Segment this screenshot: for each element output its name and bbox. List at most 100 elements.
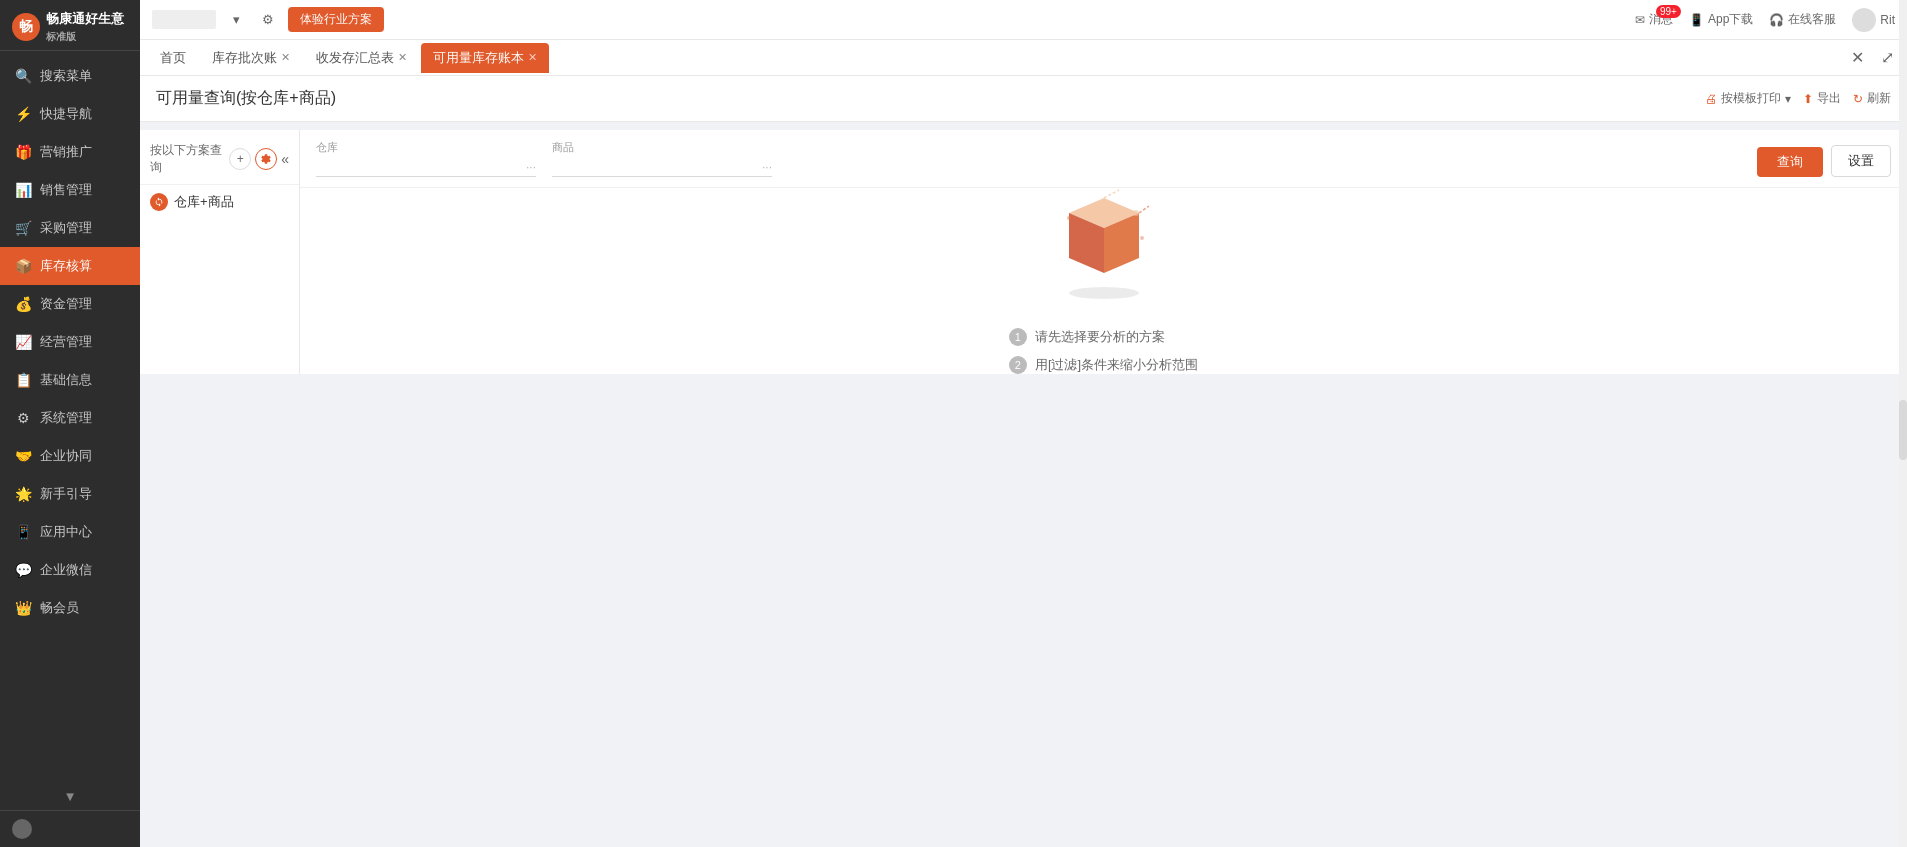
sidebar-item-operations[interactable]: 📈 经营管理 <box>0 323 140 361</box>
scrollbar-thumb[interactable] <box>1899 400 1907 460</box>
page-header-actions: 🖨 按模板打印 ▾ ⬆ 导出 ↻ 刷新 <box>1705 90 1891 107</box>
lightning-icon: ⚡ <box>14 106 32 122</box>
scheme-settings-button[interactable] <box>255 148 277 170</box>
print-button[interactable]: 🖨 按模板打印 ▾ <box>1705 90 1791 107</box>
tab-close-icon[interactable]: ✕ <box>398 51 407 64</box>
svg-line-5 <box>1104 190 1119 198</box>
settings-button[interactable]: 设置 <box>1831 145 1891 177</box>
svg-line-6 <box>1139 206 1149 213</box>
sidebar-item-marketing[interactable]: 🎁 营销推广 <box>0 133 140 171</box>
sidebar-item-label: 基础信息 <box>40 371 92 389</box>
tab-label: 库存批次账 <box>212 49 277 67</box>
tab-label: 可用量库存账本 <box>433 49 524 67</box>
print-dropdown-icon[interactable]: ▾ <box>1785 92 1791 106</box>
sidebar-item-label: 库存核算 <box>40 257 92 275</box>
topbar-settings-icon[interactable]: ⚙ <box>256 8 280 32</box>
tab-close-all-button[interactable]: ✕ <box>1845 46 1869 70</box>
refresh-button[interactable]: ↻ 刷新 <box>1853 90 1891 107</box>
tip-text-2: 用[过滤]条件来缩小分析范围 <box>1035 356 1198 374</box>
handshake-icon: 🤝 <box>14 448 32 464</box>
sidebar: 畅 畅康通好生意 标准版 🔍 搜索菜单 ⚡ 快捷导航 🎁 营销推广 📊 销售管理… <box>0 0 140 847</box>
app-download-button[interactable]: 📱 App下载 <box>1689 11 1753 28</box>
sidebar-item-label: 畅会员 <box>40 599 79 617</box>
sidebar-item-app-center[interactable]: 📱 应用中心 <box>0 513 140 551</box>
tab-available-inventory[interactable]: 可用量库存账本 ✕ <box>421 43 549 73</box>
tab-inventory-batch[interactable]: 库存批次账 ✕ <box>200 43 302 73</box>
refresh-label: 刷新 <box>1867 90 1891 107</box>
empty-illustration <box>1044 188 1164 308</box>
tabs-bar: 首页 库存批次账 ✕ 收发存汇总表 ✕ 可用量库存账本 ✕ ✕ ⤢ <box>140 40 1907 76</box>
user-profile[interactable]: Rit <box>1852 8 1895 32</box>
tab-label: 首页 <box>160 49 186 67</box>
tab-close-icon[interactable]: ✕ <box>281 51 290 64</box>
tab-stock-summary[interactable]: 收发存汇总表 ✕ <box>304 43 419 73</box>
search-icon: 🔍 <box>14 68 32 84</box>
sidebar-item-label: 新手引导 <box>40 485 92 503</box>
main-body: 按以下方案查询 + « 仓库+商品 <box>140 130 1907 374</box>
warehouse-input-wrapper: ··· <box>316 157 536 177</box>
scheme-item-icon <box>150 193 168 211</box>
trial-industry-button[interactable]: 体验行业方案 <box>288 7 384 32</box>
sidebar-item-search[interactable]: 🔍 搜索菜单 <box>0 57 140 95</box>
money-icon: 💰 <box>14 296 32 312</box>
goods-input[interactable] <box>552 159 762 174</box>
sidebar-item-inventory[interactable]: 📦 库存核算 <box>0 247 140 285</box>
sidebar-item-new-guide[interactable]: 🌟 新手引导 <box>0 475 140 513</box>
add-scheme-button[interactable]: + <box>229 148 251 170</box>
breadcrumb <box>152 10 216 29</box>
sidebar-item-sales[interactable]: 📊 销售管理 <box>0 171 140 209</box>
wechat-icon: 💬 <box>14 562 32 578</box>
sidebar-item-system[interactable]: ⚙ 系统管理 <box>0 399 140 437</box>
goods-more-icon[interactable]: ··· <box>762 160 772 174</box>
goods-input-wrapper: ··· <box>552 157 772 177</box>
sidebar-item-basic-info[interactable]: 📋 基础信息 <box>0 361 140 399</box>
user-avatar <box>12 819 32 839</box>
empty-tip-2: 2 用[过滤]条件来缩小分析范围 <box>1009 356 1198 374</box>
customer-service-button[interactable]: 🎧 在线客服 <box>1769 11 1836 28</box>
sidebar-item-enterprise[interactable]: 🤝 企业协同 <box>0 437 140 475</box>
sidebar-item-label: 搜索菜单 <box>40 67 92 85</box>
goods-label: 商品 <box>552 140 772 155</box>
scheme-item-label: 仓库+商品 <box>174 193 234 211</box>
sidebar-item-quick-nav[interactable]: ⚡ 快捷导航 <box>0 95 140 133</box>
tip-text-1: 请先选择要分析的方案 <box>1035 328 1165 346</box>
sidebar-item-purchase[interactable]: 🛒 采购管理 <box>0 209 140 247</box>
sidebar-item-label: 企业微信 <box>40 561 92 579</box>
export-button[interactable]: ⬆ 导出 <box>1803 90 1841 107</box>
dropdown-icon[interactable]: ▾ <box>224 8 248 32</box>
sidebar-item-label: 经营管理 <box>40 333 92 351</box>
tab-expand-button[interactable]: ⤢ <box>1875 46 1899 70</box>
sidebar-bottom <box>0 810 140 847</box>
list-icon: 📋 <box>14 372 32 388</box>
page-header: 可用量查询(按仓库+商品) 🖨 按模板打印 ▾ ⬆ 导出 ↻ 刷新 <box>140 76 1907 122</box>
headset-icon: 🎧 <box>1769 13 1784 27</box>
sidebar-item-finance[interactable]: 💰 资金管理 <box>0 285 140 323</box>
sales-icon: 📊 <box>14 182 32 198</box>
sidebar-item-label: 企业协同 <box>40 447 92 465</box>
logo-icon: 畅 <box>12 13 40 41</box>
filter-buttons: 查询 设置 <box>1757 145 1891 177</box>
customer-service-label: 在线客服 <box>1788 11 1836 28</box>
content-area: 可用量查询(按仓库+商品) 🖨 按模板打印 ▾ ⬆ 导出 ↻ 刷新 <box>140 76 1907 847</box>
export-icon: ⬆ <box>1803 92 1813 106</box>
phone-icon: 📱 <box>1689 13 1704 27</box>
message-button[interactable]: ✉ 消息 99+ <box>1635 11 1673 28</box>
svg-point-8 <box>1067 216 1071 220</box>
scrollbar-track[interactable] <box>1899 0 1907 847</box>
sidebar-scroll-down[interactable]: ▼ <box>0 783 140 810</box>
sidebar-item-vip[interactable]: 👑 畅会员 <box>0 589 140 627</box>
sidebar-item-label: 快捷导航 <box>40 105 92 123</box>
tab-home[interactable]: 首页 <box>148 43 198 73</box>
crown-icon: 👑 <box>14 600 32 616</box>
query-button[interactable]: 查询 <box>1757 147 1823 177</box>
warehouse-more-icon[interactable]: ··· <box>526 160 536 174</box>
sidebar-item-enterprise-wechat[interactable]: 💬 企业微信 <box>0 551 140 589</box>
refresh-icon: ↻ <box>1853 92 1863 106</box>
tab-close-icon[interactable]: ✕ <box>528 51 537 64</box>
scheme-item-warehouse-goods[interactable]: 仓库+商品 <box>140 189 299 215</box>
avatar <box>1852 8 1876 32</box>
scheme-actions: + « <box>229 148 289 170</box>
warehouse-input[interactable] <box>316 159 526 174</box>
collapse-icon[interactable]: « <box>281 151 289 167</box>
scheme-panel: 按以下方案查询 + « 仓库+商品 <box>140 130 300 374</box>
